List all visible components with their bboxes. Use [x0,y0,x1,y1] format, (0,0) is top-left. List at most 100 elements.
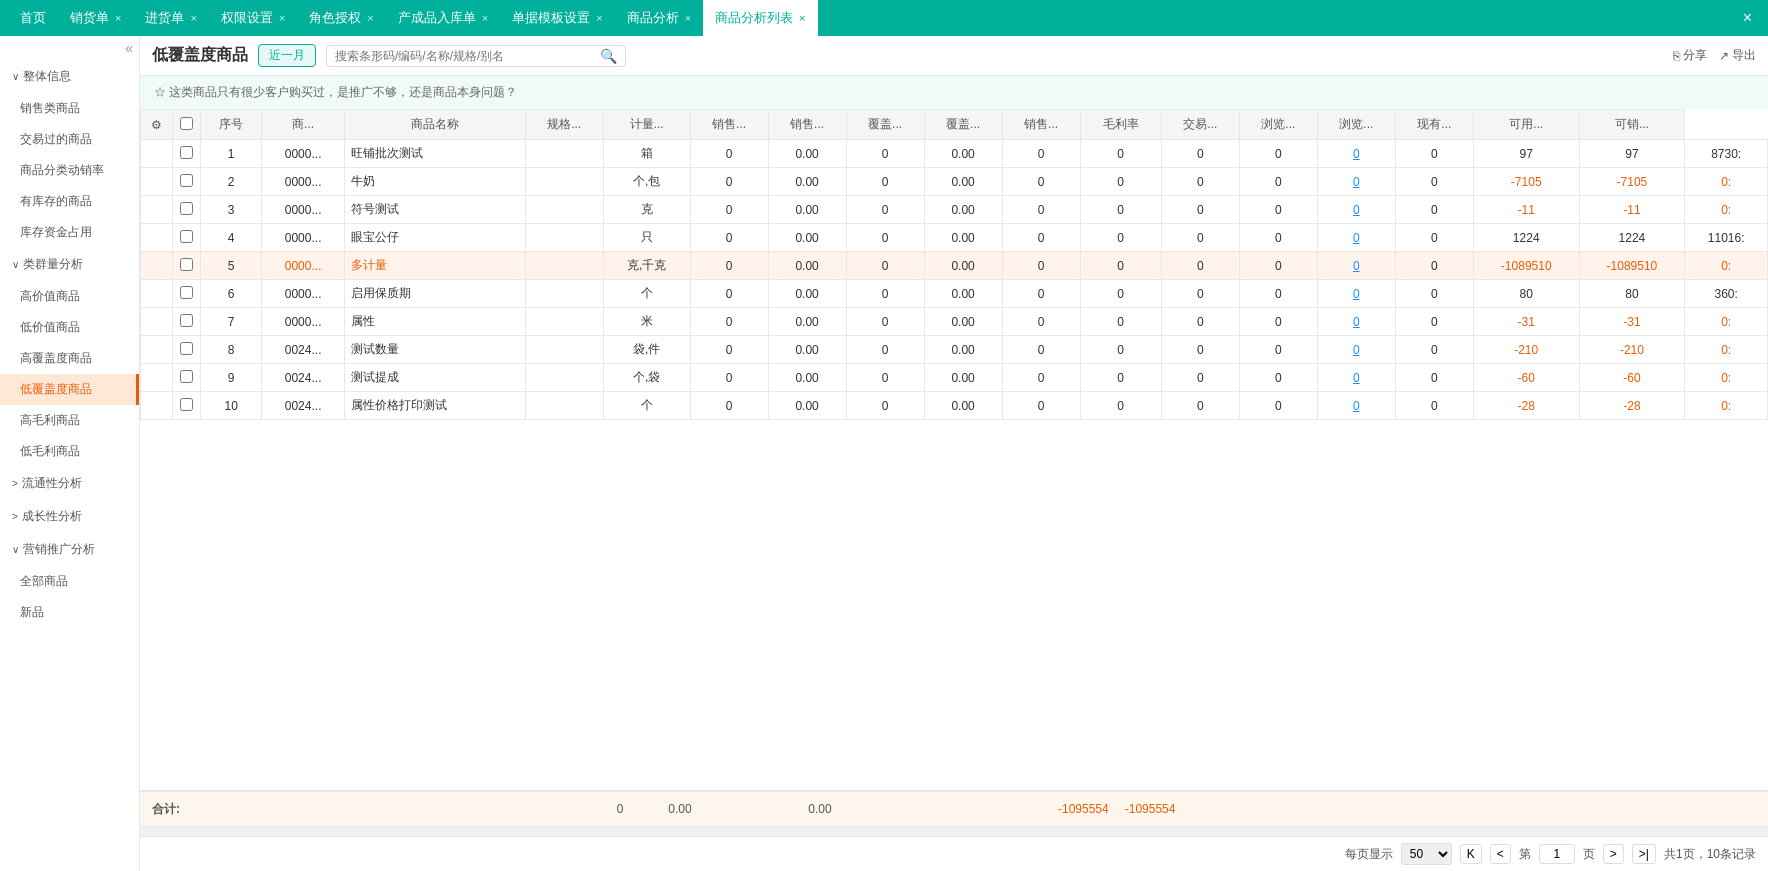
table-cell: -28 [1579,392,1685,420]
nav-item-permission[interactable]: 权限设置 × [209,0,297,36]
search-icon[interactable]: 🔍 [600,48,617,64]
table-cell: 0.00 [768,140,846,168]
table-cell: 0000... [262,140,344,168]
select-all-checkbox[interactable] [180,117,193,130]
table-cell: 0 [1239,224,1317,252]
table-cell [141,280,173,308]
total-info: 共1页，10条记录 [1664,846,1756,863]
sidebar-item-low-margin[interactable]: 低毛利商品 [0,436,139,467]
search-input[interactable] [335,49,596,63]
col-settings[interactable]: ⚙ [141,110,173,140]
flow-arrow-icon: > [12,478,18,489]
nav-close-template[interactable]: × [596,0,602,36]
first-page-button[interactable]: K [1460,844,1482,864]
page-suffix: 页 [1583,846,1595,863]
table-cell: 0: [1685,392,1768,420]
sidebar-item-high-margin[interactable]: 高毛利商品 [0,405,139,436]
filter-period-button[interactable]: 近一月 [258,44,316,67]
sidebar-item-all-goods[interactable]: 全部商品 [0,566,139,597]
nav-close-sales[interactable]: × [115,0,121,36]
nav-item-product-analysis-list[interactable]: 商品分析列表 × [703,0,817,36]
table-cell: 0.00 [768,252,846,280]
nav-item-finished-goods[interactable]: 产成品入库单 × [386,0,500,36]
nav-close-product-analysis-list[interactable]: × [799,0,805,36]
table-cell: 0 [1317,336,1395,364]
next-page-button[interactable]: > [1603,844,1624,864]
col-spec: 规格... [525,110,603,140]
table-cell [173,168,201,196]
nav-close-role[interactable]: × [367,0,373,36]
table-cell: 0 [1161,140,1239,168]
table-cell: 0 [1161,280,1239,308]
table-cell: 0 [846,308,924,336]
table-cell: 0.00 [924,252,1002,280]
footer-spacer3 [850,798,1050,820]
table-cell: 0.00 [768,336,846,364]
export-button[interactable]: ↗ 导出 [1719,47,1756,64]
table-cell [173,252,201,280]
table-cell: 0000... [262,280,344,308]
table-cell: 0: [1685,308,1768,336]
info-banner: ☆ 这类商品只有很少客户购买过，是推广不够，还是商品本身问题？ [140,76,1768,109]
table-cell: 0 [690,196,768,224]
table-cell: 0 [1080,336,1161,364]
sidebar-item-category-rate[interactable]: 商品分类动销率 [0,155,139,186]
table-cell: 8 [201,336,262,364]
footer-cells: 0 0.00 0.00 -1095554 -1095554 [200,798,1756,820]
sidebar-item-low-coverage[interactable]: 低覆盖度商品 [0,374,139,405]
table-cell: 0 [1239,140,1317,168]
last-page-button[interactable]: >| [1632,844,1656,864]
sidebar-section-quality[interactable]: ∨ 类群量分析 [0,248,139,281]
table-cell: 0 [1161,196,1239,224]
sidebar-item-traded-goods[interactable]: 交易过的商品 [0,124,139,155]
sidebar-item-sales-goods[interactable]: 销售类商品 [0,93,139,124]
table-cell: -7105 [1579,168,1685,196]
table-area: ⚙ 序号 商... 商品名称 规格... 计量... 销售... 销售... 覆… [140,109,1768,790]
table-cell [525,252,603,280]
sidebar-item-high-coverage[interactable]: 高覆盖度商品 [0,343,139,374]
table-cell: -28 [1473,392,1579,420]
footer-sales-amt: 0.00 [650,798,710,820]
table-cell: -210 [1579,336,1685,364]
page-title: 低覆盖度商品 [152,45,248,66]
nav-item-role[interactable]: 角色授权 × [297,0,385,36]
prev-page-button[interactable]: < [1490,844,1511,864]
nav-item-product-analysis[interactable]: 商品分析 × [615,0,703,36]
table-cell: 0024... [262,392,344,420]
col-check[interactable] [173,110,201,140]
sidebar-section-promo[interactable]: ∨ 营销推广分析 [0,533,139,566]
table-cell: -60 [1473,364,1579,392]
table-cell: 0 [1317,140,1395,168]
sidebar-collapse-button[interactable]: « [0,36,139,60]
share-button[interactable]: ⎘ 分享 [1673,47,1707,64]
nav-close-finished-goods[interactable]: × [482,0,488,36]
table-cell: 多计量 [344,252,525,280]
page-label: 第 [1519,846,1531,863]
table-cell: 0 [1239,252,1317,280]
sidebar-item-stock-goods[interactable]: 有库存的商品 [0,186,139,217]
nav-close-purchase[interactable]: × [190,0,196,36]
sidebar-item-stock-fund[interactable]: 库存资金占用 [0,217,139,248]
table-cell [173,336,201,364]
page-number-input[interactable] [1539,844,1575,864]
table-cell: 0 [1002,308,1080,336]
col-trade: 浏览... [1239,110,1317,140]
nav-item-purchase[interactable]: 进货单 × [133,0,208,36]
table-cell: 只 [603,224,690,252]
nav-item-home[interactable]: 首页 [8,0,58,36]
nav-close-permission[interactable]: × [279,0,285,36]
sidebar-section-growth[interactable]: > 成长性分析 [0,500,139,533]
sidebar-item-high-value[interactable]: 高价值商品 [0,281,139,312]
nav-close-product-analysis[interactable]: × [685,0,691,36]
sidebar-section-overall[interactable]: ∨ 整体信息 [0,60,139,93]
nav-item-template[interactable]: 单据模板设置 × [500,0,614,36]
table-cell: 1224 [1579,224,1685,252]
table-cell: 启用保质期 [344,280,525,308]
per-page-select[interactable]: 50 20 100 [1401,843,1452,865]
horizontal-scrollbar[interactable] [140,826,1768,836]
sidebar-item-new-goods[interactable]: 新品 [0,597,139,628]
sidebar-item-low-value[interactable]: 低价值商品 [0,312,139,343]
nav-item-sales[interactable]: 销货单 × [58,0,133,36]
window-close-button[interactable]: × [1735,9,1760,27]
sidebar-section-flow[interactable]: > 流通性分析 [0,467,139,500]
